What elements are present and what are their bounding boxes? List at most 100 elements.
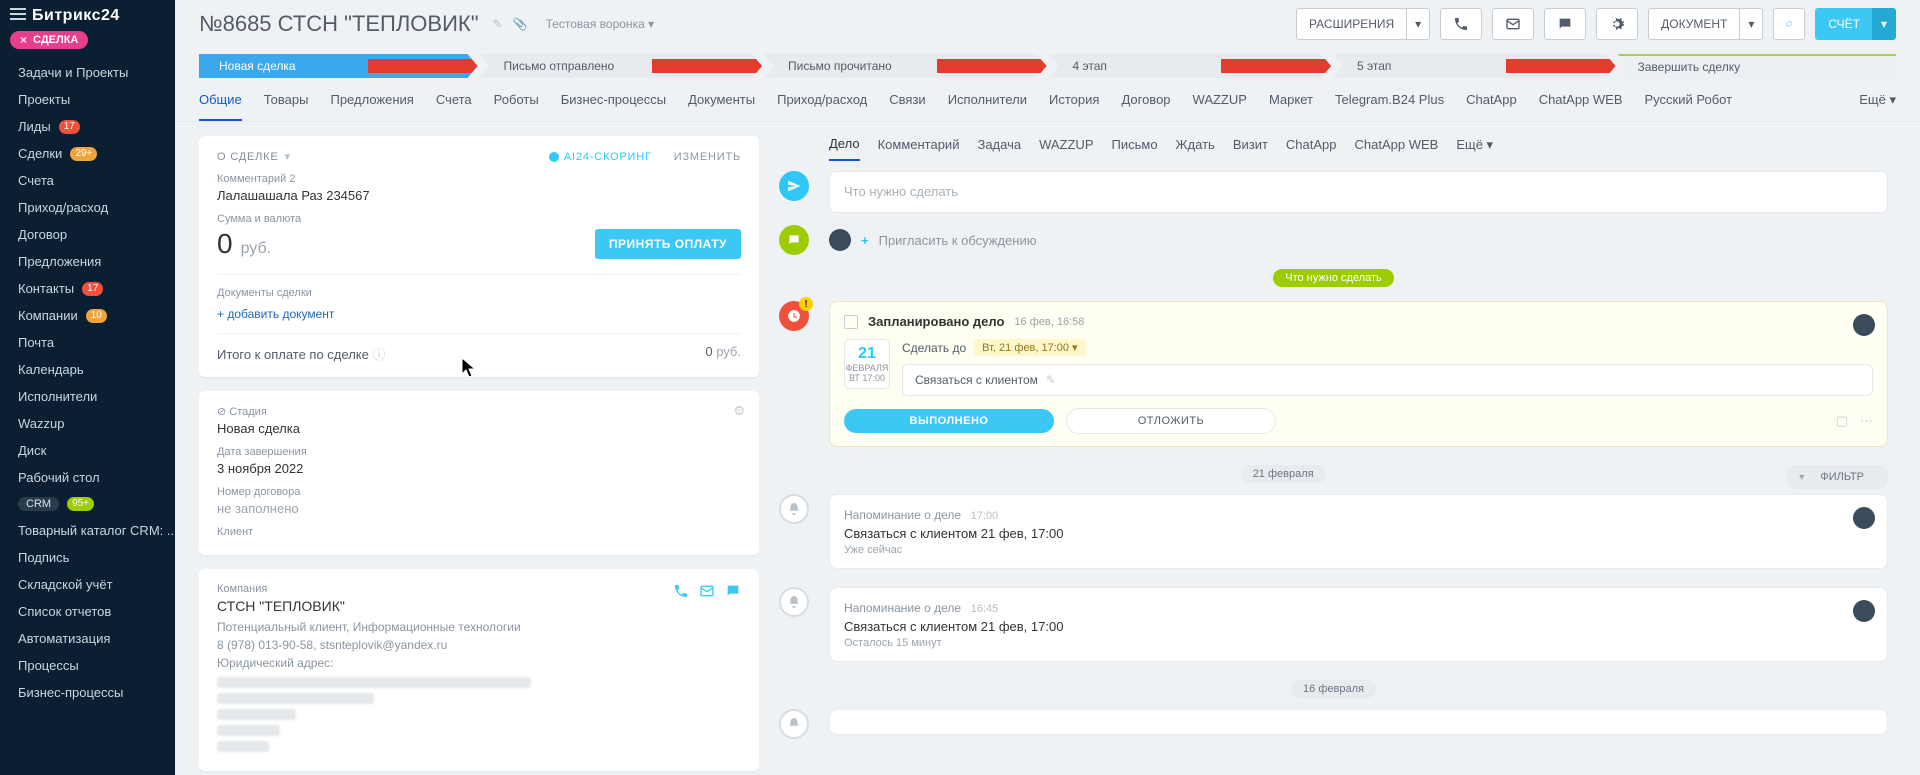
- sidebar-item[interactable]: Предложения: [0, 248, 175, 275]
- tab[interactable]: Договор: [1121, 92, 1170, 121]
- timeline-tab[interactable]: Дело: [829, 136, 860, 161]
- extensions-button[interactable]: РАСШИРЕНИЯ: [1296, 8, 1406, 40]
- chat-icon[interactable]: [725, 583, 741, 602]
- sidebar-item[interactable]: Wazzup: [0, 410, 175, 437]
- edit-link[interactable]: изменить: [674, 151, 741, 163]
- tab[interactable]: Telegram.B24 Plus: [1335, 92, 1444, 121]
- done-button[interactable]: ВЫПОЛНЕНО: [844, 409, 1054, 433]
- sidebar-item[interactable]: Контакты17: [0, 275, 175, 302]
- stage-value[interactable]: Новая сделка: [217, 421, 741, 436]
- company-name[interactable]: СТСН "ТЕПЛОВИК": [217, 598, 741, 614]
- add-user-icon[interactable]: +: [861, 233, 869, 248]
- tab[interactable]: WAZZUP: [1193, 92, 1247, 121]
- tab[interactable]: Маркет: [1269, 92, 1313, 121]
- hamburger-icon[interactable]: [10, 6, 26, 25]
- funnel-select[interactable]: Тестовая воронка ▾: [546, 17, 655, 31]
- sidebar-item[interactable]: Счета: [0, 167, 175, 194]
- timeline-scroll[interactable]: Что нужно сделать + Пригласить к обсужде…: [779, 171, 1896, 775]
- tab-more[interactable]: Ещё ▾: [1859, 92, 1896, 121]
- add-document-link[interactable]: + добавить документ: [217, 307, 741, 321]
- tab[interactable]: ChatApp: [1466, 92, 1517, 121]
- page-title[interactable]: №8685 СТСН "ТЕПЛОВИК": [199, 11, 479, 37]
- sidebar-item[interactable]: Приход/расход: [0, 194, 175, 221]
- sidebar-item[interactable]: Подпись: [0, 544, 175, 571]
- avatar[interactable]: [829, 229, 851, 251]
- postpone-button[interactable]: ОТЛОЖИТЬ: [1066, 408, 1276, 434]
- activity-checkbox[interactable]: [844, 315, 858, 329]
- chat-button[interactable]: [1544, 8, 1586, 40]
- sidebar-item[interactable]: Список отчетов: [0, 598, 175, 625]
- gear-button[interactable]: [1596, 8, 1638, 40]
- sidebar-item[interactable]: Товарный каталог CRM: ...: [0, 517, 175, 544]
- tab[interactable]: Товары: [264, 92, 309, 121]
- tab[interactable]: Общие: [199, 92, 242, 121]
- sidebar-item[interactable]: Сделки29+: [0, 140, 175, 167]
- todo-input[interactable]: Что нужно сделать: [829, 171, 1888, 213]
- plane-icon[interactable]: [779, 171, 809, 201]
- sidebar-item[interactable]: Компании10: [0, 302, 175, 329]
- invoice-caret[interactable]: ▾: [1872, 8, 1896, 40]
- note-icon[interactable]: ▢: [1836, 413, 1848, 429]
- avatar[interactable]: [1853, 507, 1875, 529]
- sidebar-item[interactable]: Лиды17: [0, 113, 175, 140]
- tab[interactable]: История: [1049, 92, 1099, 121]
- tab[interactable]: ChatApp WEB: [1539, 92, 1623, 121]
- stage[interactable]: Письмо прочитано: [764, 54, 1047, 78]
- sidebar-item[interactable]: Договор: [0, 221, 175, 248]
- stage[interactable]: Письмо отправлено: [480, 54, 763, 78]
- sidebar-item[interactable]: Автоматизация: [0, 625, 175, 652]
- sidebar-item[interactable]: Рабочий стол: [0, 464, 175, 491]
- filter-button[interactable]: ▾ ФИЛЬТР: [1787, 465, 1888, 489]
- deadline-value[interactable]: Вт, 21 фев, 17:00 ▾: [974, 339, 1085, 356]
- sidebar-item[interactable]: Процессы: [0, 652, 175, 679]
- sidebar-item[interactable]: Задачи и Проекты: [0, 59, 175, 86]
- more-icon[interactable]: ⋯: [1860, 413, 1873, 429]
- tab[interactable]: Бизнес-процессы: [561, 92, 666, 121]
- call-client-box[interactable]: Связаться с клиентом ✎: [902, 364, 1873, 396]
- brand-logo[interactable]: Битрикс24: [32, 7, 120, 25]
- sidebar-item[interactable]: CRM95+: [0, 491, 175, 517]
- tab[interactable]: Приход/расход: [777, 92, 867, 121]
- tab[interactable]: Документы: [688, 92, 755, 121]
- sidebar-item[interactable]: Диск: [0, 437, 175, 464]
- phone-icon[interactable]: [673, 583, 689, 602]
- pencil-icon[interactable]: ✎: [1046, 373, 1056, 387]
- extensions-caret[interactable]: ▾: [1406, 8, 1430, 40]
- tab[interactable]: Предложения: [330, 92, 413, 121]
- close-date-value[interactable]: 3 ноября 2022: [217, 461, 741, 476]
- stage[interactable]: 5 этап: [1333, 54, 1616, 78]
- avatar[interactable]: [1853, 314, 1875, 336]
- sidebar-item[interactable]: Календарь: [0, 356, 175, 383]
- gear-icon[interactable]: ⚙: [733, 403, 745, 419]
- accept-payment-button[interactable]: ПРИНЯТЬ ОПЛАТУ: [595, 229, 741, 259]
- sidebar-item[interactable]: Исполнители: [0, 383, 175, 410]
- timeline-tab[interactable]: Ещё ▾: [1456, 137, 1493, 161]
- tab[interactable]: Счета: [436, 92, 472, 121]
- stage[interactable]: Новая сделка: [199, 54, 478, 78]
- invoice-button[interactable]: СЧЁТ: [1815, 8, 1872, 40]
- document-button[interactable]: ДОКУМЕНТ: [1648, 8, 1739, 40]
- timeline-tab[interactable]: Комментарий: [878, 137, 960, 160]
- sidebar-item[interactable]: Проекты: [0, 86, 175, 113]
- refresh-button[interactable]: [1773, 8, 1805, 40]
- ai-scoring-link[interactable]: AI24-скоринг: [548, 151, 652, 163]
- tab[interactable]: Роботы: [494, 92, 539, 121]
- stage[interactable]: Завершить сделку: [1618, 54, 1897, 78]
- tab[interactable]: Исполнители: [948, 92, 1027, 121]
- pencil-icon[interactable]: ✎: [493, 17, 503, 31]
- timeline-tab[interactable]: ChatApp WEB: [1355, 137, 1439, 160]
- document-caret[interactable]: ▾: [1739, 8, 1763, 40]
- timeline-tab[interactable]: ChatApp: [1286, 137, 1337, 160]
- sidebar-item[interactable]: Складской учёт: [0, 571, 175, 598]
- tab[interactable]: Русский Робот: [1645, 92, 1733, 121]
- timeline-tab[interactable]: WAZZUP: [1039, 137, 1093, 160]
- avatar[interactable]: [1853, 600, 1875, 622]
- sidebar-item[interactable]: Почта: [0, 329, 175, 356]
- sidebar-item[interactable]: Бизнес-процессы: [0, 679, 175, 706]
- mail-button[interactable]: [1492, 8, 1534, 40]
- timeline-tab[interactable]: Ждать: [1176, 137, 1215, 160]
- contract-value[interactable]: не заполнено: [217, 501, 741, 516]
- timeline-tab[interactable]: Письмо: [1112, 137, 1158, 160]
- timeline-tab[interactable]: Визит: [1233, 137, 1268, 160]
- chevron-down-icon[interactable]: ▾: [284, 150, 290, 163]
